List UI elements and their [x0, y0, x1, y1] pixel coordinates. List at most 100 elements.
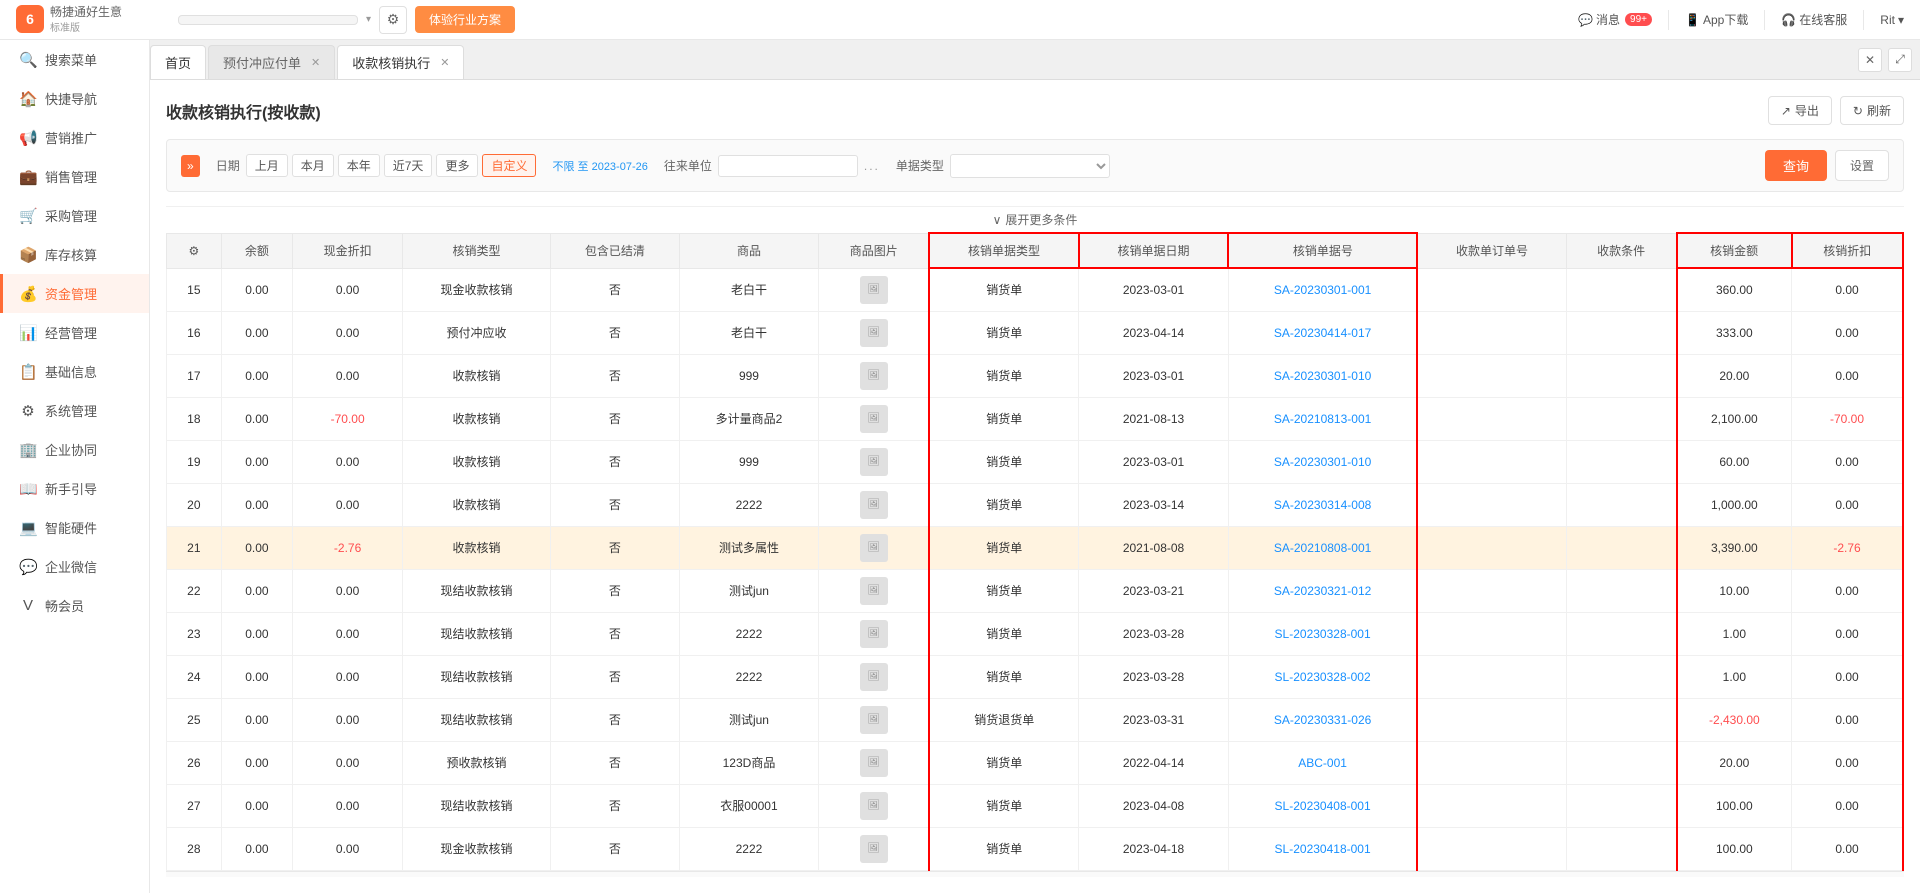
tab-receipt-close-icon[interactable]: ✕: [440, 56, 449, 69]
td-balance: 0.00: [221, 440, 293, 483]
cancel-no-link[interactable]: SL-20230328-002: [1275, 670, 1371, 684]
sidebar-item-marketing[interactable]: 📢 营销推广: [0, 118, 149, 157]
td-cancel-discount: 0.00: [1792, 483, 1903, 526]
th-cancel-date: 核销单据日期: [1079, 233, 1229, 268]
cancel-no-link[interactable]: SA-20210813-001: [1274, 412, 1371, 426]
td-id: 18: [167, 397, 222, 440]
sidebar-item-guide[interactable]: 📖 新手引导: [0, 469, 149, 508]
divider: [1668, 10, 1669, 30]
cancel-no-link[interactable]: SA-20230301-001: [1274, 283, 1371, 297]
logo-sub: 标准版: [50, 19, 122, 34]
message-button[interactable]: 💬 消息 99+: [1578, 11, 1652, 28]
td-cancel-discount: 0.00: [1792, 784, 1903, 827]
sidebar-item-member[interactable]: V 畅会员: [0, 586, 149, 625]
td-settled: 否: [550, 612, 679, 655]
partner-input[interactable]: [718, 155, 858, 177]
expand-more-bar[interactable]: ∨ 展开更多条件: [166, 206, 1904, 232]
online-service-button[interactable]: 🎧 在线客服: [1781, 11, 1847, 28]
bill-type-select[interactable]: [950, 154, 1110, 178]
td-goods: 2222: [679, 827, 818, 870]
user-profile[interactable]: Rit ▾: [1880, 13, 1904, 27]
industry-solution-button[interactable]: 体验行业方案: [415, 6, 515, 33]
td-receipt-order-no: [1417, 784, 1566, 827]
td-settled: 否: [550, 827, 679, 870]
cancel-no-link[interactable]: SA-20230331-026: [1274, 713, 1371, 727]
date-tab-this-year[interactable]: 本年: [338, 154, 380, 177]
sidebar-item-search[interactable]: 🔍 搜索菜单: [0, 40, 149, 79]
top-search-box[interactable]: [178, 15, 358, 25]
td-cash-discount: 0.00: [293, 741, 403, 784]
tab-close-button[interactable]: ✕: [1858, 48, 1882, 72]
cancel-no-link[interactable]: SA-20230301-010: [1274, 369, 1371, 383]
table-footer: 40,556,66... 952.24: [166, 871, 1904, 878]
sidebar-item-corp[interactable]: 🏢 企业协同: [0, 430, 149, 469]
sidebar-item-marketing-label: 营销推广: [45, 128, 97, 147]
app-download-button[interactable]: 📱 App下载: [1685, 11, 1748, 28]
td-cancel-date: 2023-03-01: [1079, 440, 1229, 483]
refresh-button[interactable]: ↻ 刷新: [1840, 96, 1904, 125]
filter-expand-button[interactable]: »: [181, 155, 200, 177]
td-cash-discount: 0.00: [293, 784, 403, 827]
date-tab-this-month[interactable]: 本月: [292, 154, 334, 177]
date-tab-custom[interactable]: 自定义: [482, 154, 536, 177]
cancel-no-link[interactable]: SA-20230314-008: [1274, 498, 1371, 512]
sidebar-item-basic[interactable]: 📋 基础信息: [0, 352, 149, 391]
sidebar-item-operation[interactable]: 📊 经营管理: [0, 313, 149, 352]
cancel-no-link[interactable]: SL-20230418-001: [1275, 842, 1371, 856]
tab-prepay-close-icon[interactable]: ✕: [311, 56, 320, 69]
sidebar-item-nav[interactable]: 🏠 快捷导航: [0, 79, 149, 118]
td-cancel-discount: -2.76: [1792, 526, 1903, 569]
td-cancel-bill-type: 销货退货单: [929, 698, 1079, 741]
sidebar-item-finance[interactable]: 💰 资金管理: [0, 274, 149, 313]
date-range-display: 不限 至 2023-07-26: [552, 158, 647, 174]
cancel-no-link[interactable]: SA-20230321-012: [1274, 584, 1371, 598]
td-cancel-bill-type: 销货单: [929, 268, 1079, 311]
sidebar-item-inventory[interactable]: 📦 库存核算: [0, 235, 149, 274]
date-tab-7days[interactable]: 近7天: [384, 154, 433, 177]
td-cancel-amount: 333.00: [1677, 311, 1792, 354]
date-tab-last-month[interactable]: 上月: [246, 154, 288, 177]
goods-image: 🖼: [860, 706, 888, 734]
td-goods: 2222: [679, 612, 818, 655]
purchase-icon: 🛒: [19, 207, 37, 225]
export-button[interactable]: ↗ 导出: [1768, 96, 1832, 125]
th-cash-discount: 现金折扣: [293, 233, 403, 268]
sidebar-item-purchase[interactable]: 🛒 采购管理: [0, 196, 149, 235]
cancel-no-link[interactable]: SA-20210808-001: [1274, 541, 1371, 555]
td-goods-img: 🖼: [819, 483, 930, 526]
td-cancel-bill-type: 销货单: [929, 569, 1079, 612]
cancel-no-link[interactable]: SA-20230301-010: [1274, 455, 1371, 469]
td-goods-img: 🖼: [819, 526, 930, 569]
sidebar-item-system[interactable]: ⚙ 系统管理: [0, 391, 149, 430]
th-settled: 包含已结清: [550, 233, 679, 268]
search-button[interactable]: 查询: [1765, 150, 1827, 181]
cancel-no-link[interactable]: SA-20230414-017: [1274, 326, 1371, 340]
date-tab-more[interactable]: 更多: [436, 154, 478, 177]
sidebar-item-wechat[interactable]: 💬 企业微信: [0, 547, 149, 586]
export-label: 导出: [1795, 102, 1819, 119]
td-cancel-bill-type: 销货单: [929, 655, 1079, 698]
td-cancel-amount: -2,430.00: [1677, 698, 1792, 741]
cancel-no-link[interactable]: ABC-001: [1298, 756, 1347, 770]
tab-prepay[interactable]: 预付冲应付单 ✕: [208, 45, 335, 79]
td-balance: 0.00: [221, 311, 293, 354]
tab-home[interactable]: 首页: [150, 45, 206, 79]
export-icon: ↗: [1781, 104, 1791, 118]
sidebar-item-hardware[interactable]: 💻 智能硬件: [0, 508, 149, 547]
filter-settings-button[interactable]: 设置: [1835, 150, 1889, 181]
th-settings[interactable]: ⚙: [167, 233, 222, 268]
td-id: 28: [167, 827, 222, 870]
td-settled: 否: [550, 784, 679, 827]
td-goods: 多计量商品2: [679, 397, 818, 440]
settings-gear-button[interactable]: ⚙: [379, 6, 407, 34]
page-content: 收款核销执行(按收款) ↗ 导出 ↻ 刷新 » 日期: [150, 80, 1920, 893]
tab-expand-button[interactable]: ⤢: [1888, 48, 1912, 72]
cancel-no-link[interactable]: SL-20230408-001: [1275, 799, 1371, 813]
tab-receipt[interactable]: 收款核销执行 ✕: [337, 45, 464, 79]
td-balance: 0.00: [221, 483, 293, 526]
sidebar-item-sales[interactable]: 💼 销售管理: [0, 157, 149, 196]
inventory-icon: 📦: [19, 246, 37, 264]
cancel-no-link[interactable]: SL-20230328-001: [1275, 627, 1371, 641]
td-cancel-bill-type: 销货单: [929, 483, 1079, 526]
td-cancel-bill-type: 销货单: [929, 612, 1079, 655]
